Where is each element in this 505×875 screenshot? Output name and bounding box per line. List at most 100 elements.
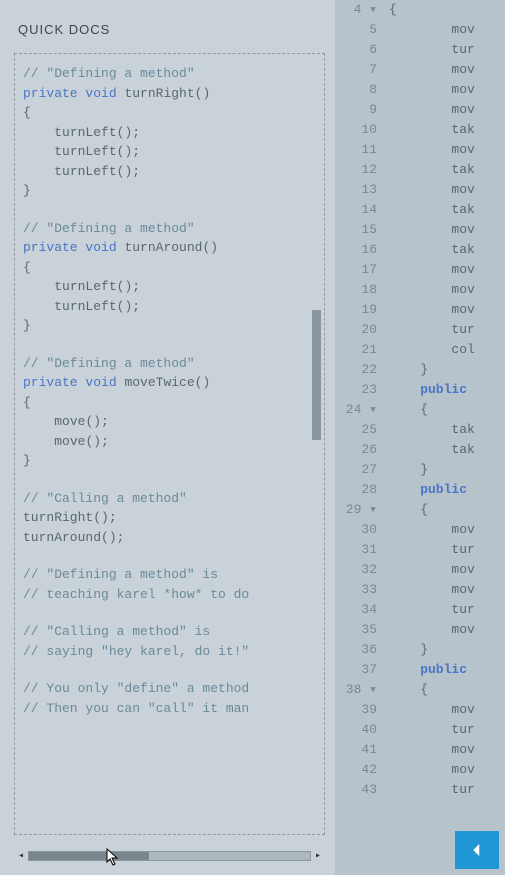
- code-line[interactable]: mov: [389, 280, 505, 300]
- code-line[interactable]: mov: [389, 300, 505, 320]
- docs-line: // Then you can "call" it man: [23, 699, 316, 719]
- docs-panel: QUICK DOCS // "Defining a method"private…: [0, 0, 335, 875]
- code-line[interactable]: tur: [389, 780, 505, 800]
- line-number: 16: [335, 240, 377, 260]
- code-line[interactable]: }: [389, 640, 505, 660]
- docs-line: // "Defining a method" is: [23, 565, 316, 585]
- line-number: 34: [335, 600, 377, 620]
- line-number: 15: [335, 220, 377, 240]
- docs-line: // teaching karel *how* to do: [23, 585, 316, 605]
- line-number: 7: [335, 60, 377, 80]
- docs-line: [23, 661, 316, 679]
- code-line[interactable]: }: [389, 460, 505, 480]
- code-line[interactable]: tur: [389, 600, 505, 620]
- code-line[interactable]: mov: [389, 560, 505, 580]
- line-number: 21: [335, 340, 377, 360]
- line-number: 5: [335, 20, 377, 40]
- code-line[interactable]: col: [389, 340, 505, 360]
- code-line[interactable]: mov: [389, 620, 505, 640]
- code-line[interactable]: {: [389, 400, 505, 420]
- code-line[interactable]: mov: [389, 220, 505, 240]
- line-number: 12: [335, 160, 377, 180]
- code-line[interactable]: {: [389, 0, 505, 20]
- docs-line: [23, 201, 316, 219]
- line-number: 28: [335, 480, 377, 500]
- code-line[interactable]: tak: [389, 240, 505, 260]
- line-number: 19: [335, 300, 377, 320]
- line-number: 37: [335, 660, 377, 680]
- code-line[interactable]: tur: [389, 720, 505, 740]
- line-number: 6: [335, 40, 377, 60]
- code-line[interactable]: tak: [389, 440, 505, 460]
- docs-line: // You only "define" a method: [23, 679, 316, 699]
- line-number: 11: [335, 140, 377, 160]
- docs-line: {: [23, 258, 316, 278]
- code-line[interactable]: tur: [389, 40, 505, 60]
- code-line[interactable]: mov: [389, 700, 505, 720]
- docs-line: private void turnAround(): [23, 238, 316, 258]
- docs-line: private void turnRight(): [23, 84, 316, 104]
- line-number: 13: [335, 180, 377, 200]
- scroll-thumb[interactable]: [29, 852, 149, 860]
- line-number: 18: [335, 280, 377, 300]
- code-line[interactable]: {: [389, 680, 505, 700]
- line-number: 4 ▾: [335, 0, 377, 20]
- code-line[interactable]: mov: [389, 580, 505, 600]
- docs-line: // "Calling a method" is: [23, 622, 316, 642]
- docs-line: // "Defining a method": [23, 354, 316, 374]
- code-line[interactable]: tak: [389, 420, 505, 440]
- docs-line: }: [23, 451, 316, 471]
- code-line[interactable]: tak: [389, 200, 505, 220]
- scroll-left-arrow[interactable]: ◂: [14, 849, 28, 863]
- docs-line: // "Calling a method": [23, 489, 316, 509]
- line-number: 40: [335, 720, 377, 740]
- line-number: 42: [335, 760, 377, 780]
- line-number: 43: [335, 780, 377, 800]
- code-line[interactable]: mov: [389, 20, 505, 40]
- code-line[interactable]: mov: [389, 60, 505, 80]
- line-number: 9: [335, 100, 377, 120]
- scroll-right-arrow[interactable]: ▸: [311, 849, 325, 863]
- code-line[interactable]: mov: [389, 520, 505, 540]
- docs-vertical-scrollbar[interactable]: [312, 310, 321, 440]
- line-number: 35: [335, 620, 377, 640]
- code-line[interactable]: {: [389, 500, 505, 520]
- code-line[interactable]: mov: [389, 140, 505, 160]
- code-area[interactable]: { mov tur mov mov mov tak mov tak mov ta…: [389, 0, 505, 875]
- code-line[interactable]: public: [389, 660, 505, 680]
- code-line[interactable]: public: [389, 480, 505, 500]
- code-line[interactable]: mov: [389, 180, 505, 200]
- line-number: 39: [335, 700, 377, 720]
- code-line[interactable]: public: [389, 380, 505, 400]
- docs-line: // "Defining a method": [23, 219, 316, 239]
- code-line[interactable]: tur: [389, 320, 505, 340]
- docs-line: turnLeft();: [23, 277, 316, 297]
- docs-line: private void moveTwice(): [23, 373, 316, 393]
- code-line[interactable]: tak: [389, 120, 505, 140]
- docs-line: {: [23, 103, 316, 123]
- code-line[interactable]: mov: [389, 80, 505, 100]
- line-number: 23: [335, 380, 377, 400]
- editor-panel[interactable]: 4 ▾5 6 7 8 9 10 11 12 13 14 15 16 17 18 …: [335, 0, 505, 875]
- line-number: 24 ▾: [335, 400, 377, 420]
- code-line[interactable]: }: [389, 360, 505, 380]
- code-line[interactable]: mov: [389, 100, 505, 120]
- code-line[interactable]: mov: [389, 740, 505, 760]
- back-button[interactable]: [455, 831, 499, 869]
- line-number: 36: [335, 640, 377, 660]
- code-line[interactable]: tak: [389, 160, 505, 180]
- line-number: 17: [335, 260, 377, 280]
- code-line[interactable]: mov: [389, 260, 505, 280]
- code-line[interactable]: mov: [389, 760, 505, 780]
- horizontal-scrollbar[interactable]: ◂ ▸: [14, 845, 325, 867]
- scroll-track[interactable]: [28, 851, 311, 861]
- code-line[interactable]: tur: [389, 540, 505, 560]
- line-number: 25: [335, 420, 377, 440]
- line-number: 14: [335, 200, 377, 220]
- docs-title: QUICK DOCS: [0, 8, 335, 47]
- line-number: 10: [335, 120, 377, 140]
- line-number: 33: [335, 580, 377, 600]
- docs-line: turnLeft();: [23, 142, 316, 162]
- line-number: 41: [335, 740, 377, 760]
- docs-line: turnAround();: [23, 528, 316, 548]
